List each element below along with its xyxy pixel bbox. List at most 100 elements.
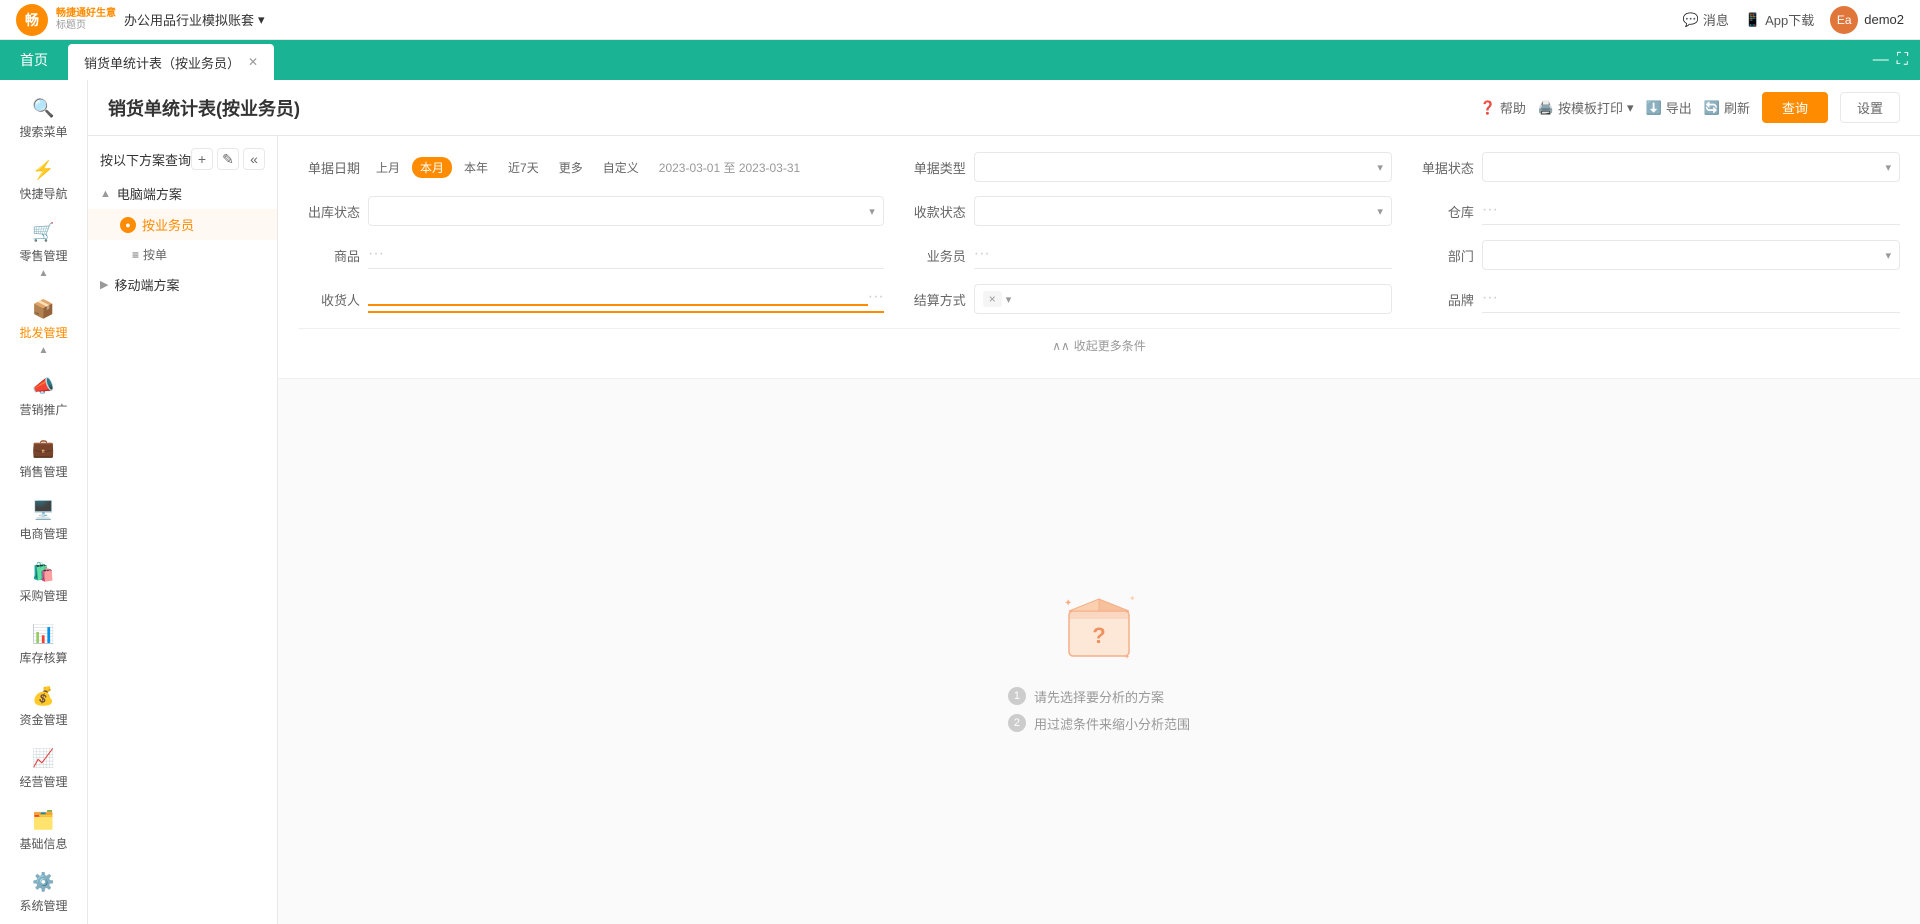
date-tab-thismonth[interactable]: 本月 — [412, 157, 452, 178]
scheme-item-salesperson[interactable]: ● 按业务员 — [88, 209, 277, 240]
product-dots[interactable]: ··· — [368, 245, 384, 263]
date-tab-7days[interactable]: 近7天 — [500, 157, 547, 178]
nav-item-system[interactable]: ⚙️ 系统管理 — [0, 862, 87, 924]
svg-text:✦: ✦ — [1064, 598, 1072, 609]
user-area[interactable]: Ea demo2 — [1830, 6, 1904, 34]
print-btn[interactable]: 🖨️ 按模板打印 ▾ — [1538, 98, 1634, 117]
tab-maximize-btn[interactable]: ⛶ — [1897, 51, 1908, 69]
setting-button[interactable]: 设置 — [1840, 92, 1900, 123]
nav-item-marketing[interactable]: 📣 营销推广 — [0, 366, 87, 428]
scheme-group-mobile-header[interactable]: ▶ 移动端方案 — [88, 269, 277, 300]
nav-item-basic-info[interactable]: 🗂️ 基础信息 — [0, 800, 87, 862]
nav-item-purchase[interactable]: 🛍️ 采购管理 — [0, 552, 87, 614]
wholesale-icon: 📦 — [32, 299, 54, 320]
filter-receiptstatus-field: 收款状态 ▾ — [904, 196, 1392, 226]
inventory-icon: 📊 — [32, 624, 54, 645]
page-header: 销货单统计表(按业务员) ❓ 帮助 🖨️ 按模板打印 ▾ ⬇️ 导出 🔄 刷 — [88, 80, 1920, 136]
tip-num-1: 1 — [1008, 687, 1026, 705]
scheme-add-btn[interactable]: + — [191, 148, 213, 170]
mobile-group-expand-icon: ▶ — [100, 278, 108, 291]
selector-label: 办公用品行业模拟账套 — [124, 10, 254, 29]
scheme-edit-btn[interactable]: ✎ — [217, 148, 239, 170]
nav-item-wholesale[interactable]: 📦 批发管理 ▲ — [0, 289, 87, 366]
date-tab-thisyear[interactable]: 本年 — [456, 157, 496, 178]
salesperson-label: 业务员 — [904, 246, 974, 265]
page-title: 销货单统计表(按业务员) — [108, 95, 300, 121]
nav-item-shortcuts[interactable]: ⚡ 快捷导航 — [0, 150, 87, 212]
tip-text-1: 请先选择要分析的方案 — [1034, 687, 1164, 706]
receiptstatus-arrow-icon: ▾ — [1377, 205, 1383, 218]
brand-dots[interactable]: ··· — [1482, 289, 1498, 307]
refresh-btn[interactable]: 🔄 刷新 — [1704, 98, 1750, 117]
settlement-select[interactable]: × ▾ — [974, 284, 1392, 314]
product-label: 商品 — [298, 246, 368, 265]
tip-text-2: 用过滤条件来缩小分析范围 — [1034, 714, 1190, 733]
settlement-tag-close-icon[interactable]: × — [989, 292, 996, 306]
app-download-btn[interactable]: 📱 App下载 — [1745, 10, 1814, 29]
filter-area: 单据日期 上月 本月 本年 近7天 更多 自定义 2023-03-01 至 20… — [278, 136, 1920, 924]
tab-sales-stats[interactable]: 销货单统计表（按业务员） ✕ — [68, 44, 274, 80]
empty-illustration: ? ✦ ✦ ✦ — [1049, 571, 1149, 671]
date-label: 单据日期 — [298, 158, 368, 177]
help-btn[interactable]: ❓ 帮助 — [1480, 98, 1526, 117]
message-btn[interactable]: 💬 消息 — [1683, 10, 1729, 29]
outstatus-arrow-icon: ▾ — [869, 205, 875, 218]
docstatus-select[interactable]: ▾ — [1482, 152, 1900, 182]
scheme-collapse-btn[interactable]: « — [243, 148, 265, 170]
username: demo2 — [1864, 12, 1904, 27]
filter-row-4: 收货人 ··· 结算方式 × — [298, 284, 1900, 314]
empty-tip-2: 2 用过滤条件来缩小分析范围 — [1008, 714, 1190, 733]
collapse-btn[interactable]: ∧∧ 收起更多条件 — [1052, 337, 1146, 354]
scheme-group-label: 电脑端方案 — [117, 184, 182, 203]
nav-item-ecommerce[interactable]: 🖥️ 电商管理 — [0, 490, 87, 552]
docstatus-arrow-icon: ▾ — [1885, 161, 1891, 174]
brand-control: ··· — [1482, 285, 1900, 313]
scheme-mobile-label: 移动端方案 — [114, 275, 179, 294]
filter-panel: 单据日期 上月 本月 本年 近7天 更多 自定义 2023-03-01 至 20… — [278, 136, 1920, 379]
outstatus-select[interactable]: ▾ — [368, 196, 884, 226]
doctype-select[interactable]: ▾ — [974, 152, 1392, 182]
wholesale-expand-icon: ▲ — [39, 345, 49, 356]
scheme-item-by-doc[interactable]: ≡ 按单 — [88, 240, 277, 269]
tab-home[interactable]: 首页 — [0, 40, 68, 80]
scheme-panel: 按以下方案查询 + ✎ « ▲ 电脑端方案 ● 按业务员 — [88, 136, 278, 924]
nav-item-inventory[interactable]: 📊 库存核算 — [0, 614, 87, 676]
retail-icon: 🛒 — [32, 222, 54, 243]
warehouse-control: ··· — [1482, 197, 1900, 225]
nav-item-sales[interactable]: 💼 销售管理 — [0, 428, 87, 490]
warehouse-dots[interactable]: ··· — [1482, 201, 1498, 219]
nav-item-operations[interactable]: 📈 经营管理 — [0, 738, 87, 800]
nav-item-search[interactable]: 🔍 搜索菜单 — [0, 88, 87, 150]
scheme-group-desktop-header[interactable]: ▲ 电脑端方案 — [88, 178, 277, 209]
date-tab-custom[interactable]: 自定义 — [595, 157, 647, 178]
export-btn[interactable]: ⬇️ 导出 — [1646, 98, 1692, 117]
department-select[interactable]: ▾ — [1482, 240, 1900, 270]
tab-minimize-btn[interactable]: — — [1873, 51, 1889, 69]
salesperson-dots[interactable]: ··· — [974, 245, 990, 263]
doctype-arrow-icon: ▾ — [1377, 161, 1383, 174]
marketing-icon: 📣 — [32, 376, 54, 397]
nav-item-finance[interactable]: 💰 资金管理 — [0, 676, 87, 738]
filter-doctype-field: 单据类型 ▾ — [904, 152, 1392, 182]
svg-text:✦: ✦ — [1129, 594, 1136, 603]
scheme-group-mobile: ▶ 移动端方案 — [88, 269, 277, 300]
product-control: ··· — [368, 241, 884, 269]
query-button[interactable]: 查询 — [1762, 92, 1828, 123]
tip-num-2: 2 — [1008, 714, 1026, 732]
filter-date-field: 单据日期 上月 本月 本年 近7天 更多 自定义 2023-03-01 至 20… — [298, 157, 884, 178]
selector-chevron-icon: ▾ — [258, 12, 265, 28]
content-area: ? ✦ ✦ ✦ 1 请先选择要分析的方案 2 — [278, 379, 1920, 924]
collapse-row: ∧∧ 收起更多条件 — [298, 328, 1900, 362]
date-tab-more[interactable]: 更多 — [551, 157, 591, 178]
left-nav: 🔍 搜索菜单 ⚡ 快捷导航 🛒 零售管理 ▲ 📦 批发管理 ▲ 📣 营销推广 💼… — [0, 80, 88, 924]
receiptstatus-select[interactable]: ▾ — [974, 196, 1392, 226]
tab-close-icon[interactable]: ✕ — [248, 55, 258, 69]
consignee-dots[interactable]: ··· — [868, 288, 884, 306]
help-icon: ❓ — [1480, 100, 1496, 116]
consignee-input[interactable] — [368, 289, 868, 306]
tab-bar: 首页 销货单统计表（按业务员） ✕ — ⛶ — [0, 40, 1920, 80]
filter-salesperson-field: 业务员 ··· — [904, 241, 1392, 269]
nav-item-retail[interactable]: 🛒 零售管理 ▲ — [0, 212, 87, 289]
app-selector[interactable]: 办公用品行业模拟账套 ▾ — [124, 10, 265, 29]
date-tab-lastmonth[interactable]: 上月 — [368, 157, 408, 178]
